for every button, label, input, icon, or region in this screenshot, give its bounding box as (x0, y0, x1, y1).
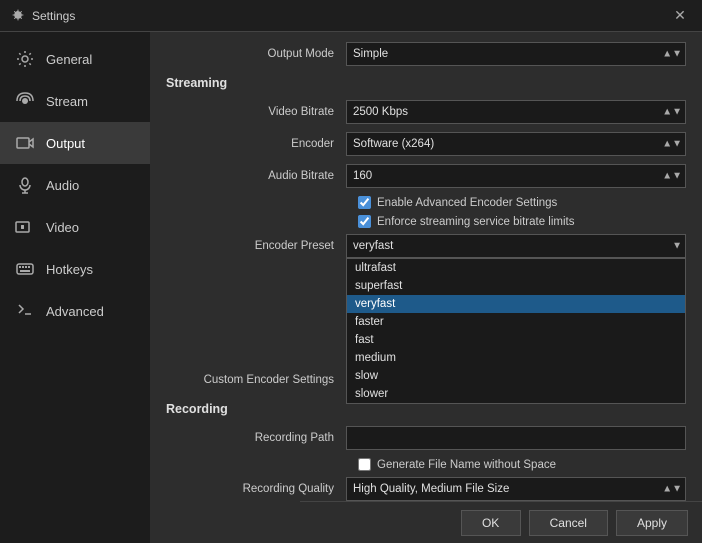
content-area: Output Mode Simple Advanced ▲▼ Streaming… (150, 32, 702, 501)
cancel-button[interactable]: Cancel (529, 510, 608, 536)
dropdown-item-medium[interactable]: medium (347, 349, 685, 367)
video-icon (14, 216, 36, 238)
audio-icon (14, 174, 36, 196)
dropdown-item-faster[interactable]: faster (347, 313, 685, 331)
dropdown-item-ultrafast[interactable]: ultrafast (347, 259, 685, 277)
title-bar: Settings ✕ (0, 0, 702, 32)
sidebar-item-advanced[interactable]: Advanced (0, 290, 150, 332)
sidebar-item-hotkeys[interactable]: Hotkeys (0, 248, 150, 290)
output-mode-control: Simple Advanced ▲▼ (346, 42, 686, 66)
advanced-encoder-row: Enable Advanced Encoder Settings (166, 196, 686, 209)
encoder-preset-row: Encoder Preset veryfast ▼ ultrafast supe… (166, 234, 686, 258)
window-title: Settings (32, 9, 75, 23)
hotkeys-label: Hotkeys (46, 262, 93, 277)
output-icon (14, 132, 36, 154)
recording-path-row: Recording Path (166, 426, 686, 450)
general-label: General (46, 52, 92, 67)
main-container: General Stream Output (0, 32, 702, 543)
recording-quality-control: High Quality, Medium File Size ▲▼ (346, 477, 686, 501)
dropdown-item-slower[interactable]: slower (347, 385, 685, 403)
video-bitrate-control: 2500 Kbps ▲▼ (346, 100, 686, 124)
sidebar-item-general[interactable]: General (0, 38, 150, 80)
video-bitrate-select[interactable]: 2500 Kbps (346, 100, 686, 124)
recording-quality-label: Recording Quality (166, 483, 346, 495)
output-mode-label: Output Mode (166, 48, 346, 60)
custom-encoder-label: Custom Encoder Settings (166, 374, 346, 386)
video-bitrate-label: Video Bitrate (166, 106, 346, 118)
sidebar: General Stream Output (0, 32, 150, 543)
dropdown-item-veryfast[interactable]: veryfast (347, 295, 685, 313)
output-mode-wrapper: Simple Advanced ▲▼ (346, 42, 686, 66)
audio-bitrate-control: 160 128 192 320 ▲▼ (346, 164, 686, 188)
streaming-section-header: Streaming (166, 74, 686, 92)
advanced-label: Advanced (46, 304, 104, 319)
audio-bitrate-wrapper: 160 128 192 320 ▲▼ (346, 164, 686, 188)
encoder-wrapper: Software (x264) Hardware (QSV) ▲▼ (346, 132, 686, 156)
hotkeys-icon (14, 258, 36, 280)
bottom-bar: OK Cancel Apply (300, 501, 702, 543)
video-bitrate-row: Video Bitrate 2500 Kbps ▲▼ (166, 100, 686, 124)
general-icon (14, 48, 36, 70)
stream-icon (14, 90, 36, 112)
audio-label: Audio (46, 178, 79, 193)
audio-bitrate-row: Audio Bitrate 160 128 192 320 ▲▼ (166, 164, 686, 188)
encoder-select[interactable]: Software (x264) Hardware (QSV) (346, 132, 686, 156)
audio-bitrate-label: Audio Bitrate (166, 170, 346, 182)
recording-quality-wrapper: High Quality, Medium File Size ▲▼ (346, 477, 686, 501)
recording-path-control (346, 426, 686, 450)
video-bitrate-wrapper: 2500 Kbps ▲▼ (346, 100, 686, 124)
generate-filename-label: Generate File Name without Space (377, 459, 556, 471)
recording-quality-row: Recording Quality High Quality, Medium F… (166, 477, 686, 501)
sidebar-item-audio[interactable]: Audio (0, 164, 150, 206)
apply-button[interactable]: Apply (616, 510, 688, 536)
encoder-preset-label: Encoder Preset (166, 240, 346, 252)
dropdown-item-fast[interactable]: fast (347, 331, 685, 349)
advanced-encoder-checkbox[interactable] (358, 196, 371, 209)
title-bar-left: Settings (10, 8, 75, 24)
encoder-label: Encoder (166, 138, 346, 150)
recording-quality-select[interactable]: High Quality, Medium File Size (346, 477, 686, 501)
advanced-encoder-label: Enable Advanced Encoder Settings (377, 197, 557, 209)
sidebar-item-output[interactable]: Output (0, 122, 150, 164)
sidebar-item-video[interactable]: Video (0, 206, 150, 248)
enforce-bitrate-label: Enforce streaming service bitrate limits (377, 216, 574, 228)
output-label: Output (46, 136, 85, 151)
output-mode-row: Output Mode Simple Advanced ▲▼ (166, 42, 686, 66)
output-mode-select[interactable]: Simple Advanced (346, 42, 686, 66)
dropdown-item-slow[interactable]: slow (347, 367, 685, 385)
video-label: Video (46, 220, 79, 235)
dropdown-item-superfast[interactable]: superfast (347, 277, 685, 295)
encoder-preset-select[interactable]: veryfast (346, 234, 686, 258)
close-button[interactable]: ✕ (668, 4, 692, 28)
sidebar-item-stream[interactable]: Stream (0, 80, 150, 122)
stream-label: Stream (46, 94, 88, 109)
recording-path-label: Recording Path (166, 432, 346, 444)
encoder-preset-control: veryfast ▼ ultrafast superfast veryfast … (346, 234, 686, 258)
settings-icon (10, 8, 26, 24)
advanced-icon (14, 300, 36, 322)
enforce-bitrate-row: Enforce streaming service bitrate limits (166, 215, 686, 228)
encoder-row: Encoder Software (x264) Hardware (QSV) ▲… (166, 132, 686, 156)
encoder-preset-dropdown: ultrafast superfast veryfast faster fast… (346, 258, 686, 404)
audio-bitrate-select[interactable]: 160 128 192 320 (346, 164, 686, 188)
generate-filename-row: Generate File Name without Space (166, 458, 686, 471)
encoder-preset-wrapper: veryfast ▼ (346, 234, 686, 258)
enforce-bitrate-checkbox[interactable] (358, 215, 371, 228)
encoder-control: Software (x264) Hardware (QSV) ▲▼ (346, 132, 686, 156)
generate-filename-checkbox[interactable] (358, 458, 371, 471)
recording-path-input[interactable] (346, 426, 686, 450)
ok-button[interactable]: OK (461, 510, 521, 536)
